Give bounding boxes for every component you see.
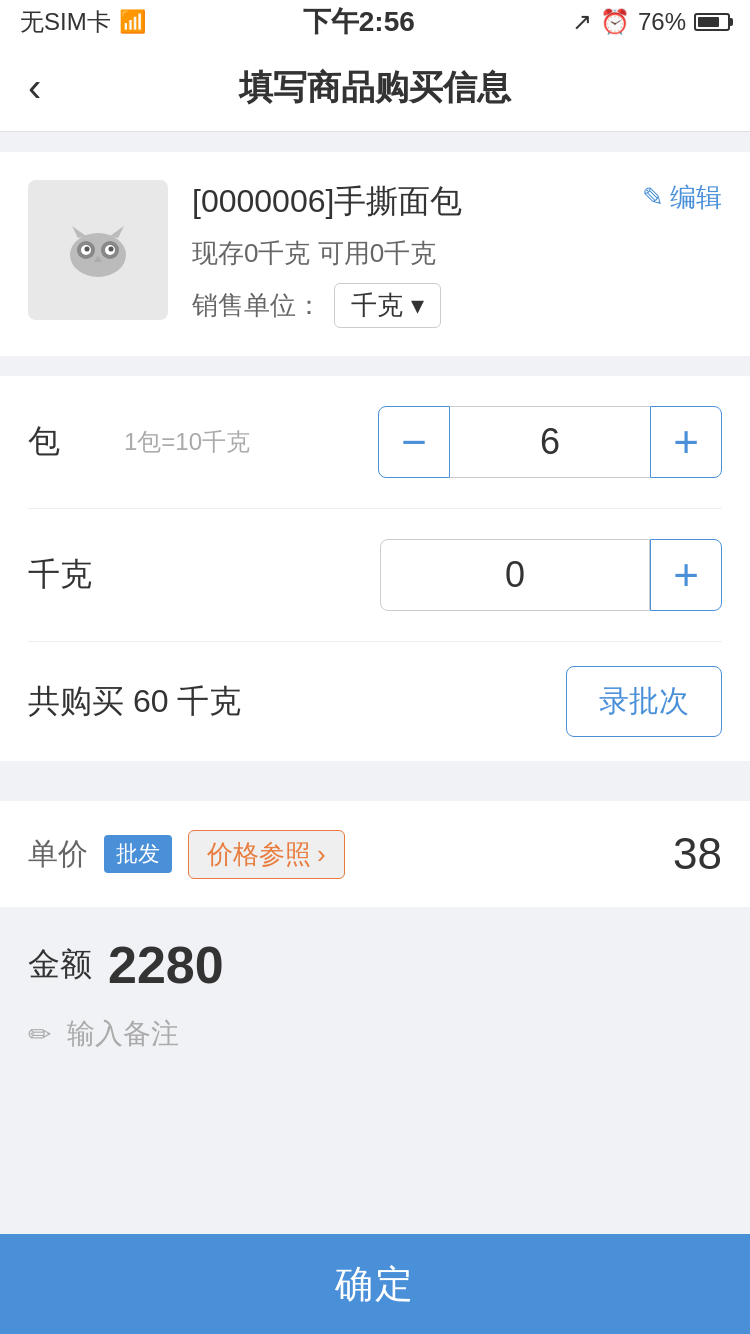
- total-text: 共购买 60 千克: [28, 680, 241, 724]
- unit-value: 千克: [351, 288, 403, 323]
- kg-plus-button[interactable]: +: [650, 539, 722, 611]
- remark-row[interactable]: ✏ 输入备注: [28, 1015, 722, 1053]
- svg-marker-9: [110, 226, 124, 238]
- location-icon: ↗: [572, 8, 592, 36]
- kg-label: 千克: [28, 553, 108, 597]
- page-title: 填写商品购买信息: [239, 65, 511, 111]
- amount-label: 金额: [28, 943, 92, 987]
- amount-value: 2280: [108, 935, 224, 995]
- price-label: 单价: [28, 834, 88, 875]
- product-card: [0000006]手撕面包 现存0千克 可用0千克 销售单位： 千克 ▾ ✎ 编…: [0, 152, 750, 356]
- carrier-label: 无SIM卡: [20, 6, 111, 38]
- price-ref-button[interactable]: 价格参照 ›: [188, 830, 345, 879]
- battery-percent: 76%: [638, 8, 686, 36]
- edit-button[interactable]: ✎ 编辑: [642, 180, 722, 215]
- price-ref-arrow-icon: ›: [317, 839, 326, 870]
- bao-controls: − +: [378, 406, 722, 478]
- kg-controls: +: [380, 539, 722, 611]
- unit-select[interactable]: 千克 ▾: [334, 283, 441, 328]
- kg-input[interactable]: [380, 539, 650, 611]
- remark-icon: ✏: [28, 1018, 51, 1051]
- remark-text: 输入备注: [67, 1015, 179, 1053]
- time-label: 下午2:56: [303, 3, 415, 41]
- divider-2: [0, 761, 750, 781]
- amount-section: 金额 2280 ✏ 输入备注: [0, 907, 750, 1081]
- bao-label: 包: [28, 420, 108, 464]
- bao-input[interactable]: [450, 406, 650, 478]
- owl-logo-icon: [58, 220, 138, 280]
- price-row: 单价 批发 价格参照 › 38: [28, 829, 722, 879]
- svg-point-6: [109, 247, 114, 252]
- product-unit: 销售单位： 千克 ▾: [192, 283, 722, 328]
- back-arrow-icon: ‹: [28, 65, 41, 110]
- alarm-icon: ⏰: [600, 8, 630, 36]
- svg-point-0: [70, 233, 126, 277]
- status-bar: 无SIM卡 📶 下午2:56 ↗ ⏰ 76%: [0, 0, 750, 44]
- status-left: 无SIM卡 📶: [20, 6, 146, 38]
- input-section: 包 1包=10千克 − + 千克 +: [0, 376, 750, 642]
- price-tag: 批发: [104, 835, 172, 873]
- edit-label: 编辑: [670, 180, 722, 215]
- product-image: [28, 180, 168, 320]
- bao-input-row: 包 1包=10千克 − +: [28, 376, 722, 509]
- bao-plus-button[interactable]: +: [650, 406, 722, 478]
- svg-point-5: [85, 247, 90, 252]
- batch-button[interactable]: 录批次: [566, 666, 722, 737]
- unit-dropdown-icon: ▾: [411, 290, 424, 321]
- bao-hint: 1包=10千克: [124, 426, 378, 458]
- kg-input-row: 千克 +: [28, 509, 722, 642]
- bao-minus-button[interactable]: −: [378, 406, 450, 478]
- unit-label: 销售单位：: [192, 288, 322, 323]
- nav-bar: ‹ 填写商品购买信息: [0, 44, 750, 132]
- confirm-button[interactable]: 确定: [0, 1234, 750, 1334]
- wifi-icon: 📶: [119, 9, 146, 35]
- price-ref-label: 价格参照: [207, 837, 311, 872]
- price-section: 单价 批发 价格参照 › 38: [0, 801, 750, 907]
- product-stock: 现存0千克 可用0千克: [192, 236, 722, 271]
- amount-row: 金额 2280: [28, 935, 722, 995]
- back-button[interactable]: ‹: [28, 65, 41, 110]
- total-row: 共购买 60 千克 录批次: [0, 642, 750, 761]
- edit-icon: ✎: [642, 182, 664, 213]
- bottom-spacer: [0, 1081, 750, 1201]
- battery-icon: [694, 13, 730, 31]
- svg-marker-8: [72, 226, 86, 238]
- divider-1: [0, 356, 750, 376]
- price-value: 38: [673, 829, 722, 879]
- status-right: ↗ ⏰ 76%: [572, 8, 730, 36]
